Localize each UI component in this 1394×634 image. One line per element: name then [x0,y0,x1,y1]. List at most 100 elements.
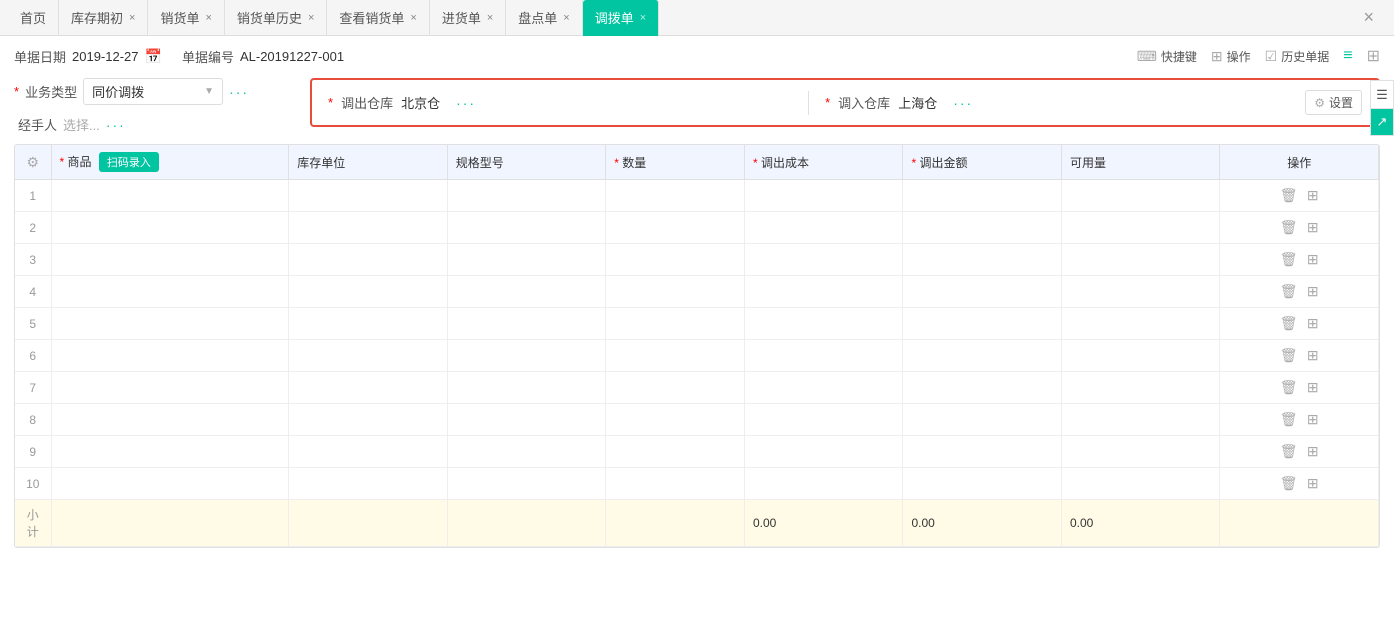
cell-product[interactable] [51,180,289,212]
cell-avail[interactable] [1061,436,1220,468]
cell-unit[interactable] [289,244,448,276]
cell-avail[interactable] [1061,180,1220,212]
copy-row-button[interactable]: ⊞ [1304,443,1322,459]
cell-qty[interactable] [606,404,745,436]
tab-sales-order[interactable]: 销货单 × [148,0,224,36]
cell-avail[interactable] [1061,340,1220,372]
cell-cost[interactable] [744,468,903,500]
cell-amount[interactable] [903,436,1062,468]
cell-avail[interactable] [1061,308,1220,340]
cell-avail[interactable] [1061,212,1220,244]
cell-product[interactable] [51,372,289,404]
handler-more[interactable]: ··· [106,117,126,133]
right-panel-notes-btn[interactable]: ☰ [1370,80,1394,108]
delete-row-button[interactable]: 🗑 [1277,379,1301,395]
cell-spec[interactable] [447,308,606,340]
calendar-icon[interactable]: 📅 [145,48,162,65]
cell-qty[interactable] [606,180,745,212]
cell-product[interactable] [51,276,289,308]
delete-row-button[interactable]: 🗑 [1277,347,1301,363]
close-all-tabs[interactable]: × [1351,7,1386,28]
tab-inventory-init[interactable]: 库存期初 × [59,0,148,36]
cell-amount[interactable] [903,404,1062,436]
cell-amount[interactable] [903,468,1062,500]
cell-unit[interactable] [289,468,448,500]
delete-row-button[interactable]: 🗑 [1277,315,1301,331]
cell-amount[interactable] [903,276,1062,308]
cell-qty[interactable] [606,372,745,404]
tab-transfer[interactable]: 调拨单 × [583,0,659,36]
cell-qty[interactable] [606,436,745,468]
cell-spec[interactable] [447,468,606,500]
cell-product[interactable] [51,468,289,500]
delete-row-button[interactable]: 🗑 [1277,411,1301,427]
cell-avail[interactable] [1061,468,1220,500]
copy-row-button[interactable]: ⊞ [1304,251,1322,267]
cell-spec[interactable] [447,372,606,404]
cell-amount[interactable] [903,340,1062,372]
handler-input[interactable]: 选择... [63,115,100,134]
cell-qty[interactable] [606,276,745,308]
scan-button[interactable]: 扫码录入 [99,152,159,172]
cell-qty[interactable] [606,244,745,276]
tab-close-transfer[interactable]: × [640,12,646,24]
cell-product[interactable] [51,212,289,244]
cell-spec[interactable] [447,180,606,212]
layout-grid-icon[interactable]: ⊞ [1367,46,1380,66]
cell-cost[interactable] [744,404,903,436]
history-action[interactable]: ☑ 历史单据 [1265,48,1330,65]
cell-amount[interactable] [903,372,1062,404]
cell-unit[interactable] [289,404,448,436]
cell-unit[interactable] [289,308,448,340]
cell-cost[interactable] [744,244,903,276]
tab-sales-history[interactable]: 销货单历史 × [225,0,327,36]
copy-row-button[interactable]: ⊞ [1304,475,1322,491]
copy-row-button[interactable]: ⊞ [1304,219,1322,235]
cell-unit[interactable] [289,340,448,372]
copy-row-button[interactable]: ⊞ [1304,187,1322,203]
cell-avail[interactable] [1061,276,1220,308]
cell-unit[interactable] [289,276,448,308]
copy-row-button[interactable]: ⊞ [1304,379,1322,395]
cell-spec[interactable] [447,212,606,244]
cell-product[interactable] [51,404,289,436]
cell-qty[interactable] [606,340,745,372]
cell-cost[interactable] [744,212,903,244]
in-warehouse-more[interactable]: ··· [953,95,973,111]
copy-row-button[interactable]: ⊞ [1304,411,1322,427]
tab-close-purchase-order[interactable]: × [487,12,493,24]
delete-row-button[interactable]: 🗑 [1277,443,1301,459]
delete-row-button[interactable]: 🗑 [1277,187,1301,203]
cell-amount[interactable] [903,212,1062,244]
cell-cost[interactable] [744,276,903,308]
copy-row-button[interactable]: ⊞ [1304,283,1322,299]
cell-cost[interactable] [744,372,903,404]
table-gear-icon[interactable]: ⚙ [26,154,39,170]
cell-spec[interactable] [447,340,606,372]
copy-row-button[interactable]: ⊞ [1304,315,1322,331]
cell-amount[interactable] [903,308,1062,340]
cell-spec[interactable] [447,244,606,276]
cell-spec[interactable] [447,404,606,436]
cell-unit[interactable] [289,212,448,244]
cell-cost[interactable] [744,436,903,468]
cell-product[interactable] [51,244,289,276]
cell-product[interactable] [51,308,289,340]
cell-avail[interactable] [1061,244,1220,276]
tab-view-sales[interactable]: 查看销货单 × [327,0,429,36]
cell-unit[interactable] [289,372,448,404]
delete-row-button[interactable]: 🗑 [1277,283,1301,299]
layout-list-icon[interactable]: ≡ [1343,47,1352,65]
tab-purchase-order[interactable]: 进货单 × [430,0,506,36]
cell-unit[interactable] [289,180,448,212]
cell-qty[interactable] [606,468,745,500]
settings-button[interactable]: ⚙ 设置 [1305,90,1362,115]
cell-avail[interactable] [1061,372,1220,404]
cell-cost[interactable] [744,340,903,372]
cell-unit[interactable] [289,436,448,468]
cell-amount[interactable] [903,244,1062,276]
tab-close-sales-history[interactable]: × [308,12,314,24]
business-type-more[interactable]: ··· [229,84,249,100]
tab-stocktake[interactable]: 盘点单 × [506,0,582,36]
tab-close-stocktake[interactable]: × [563,12,569,24]
